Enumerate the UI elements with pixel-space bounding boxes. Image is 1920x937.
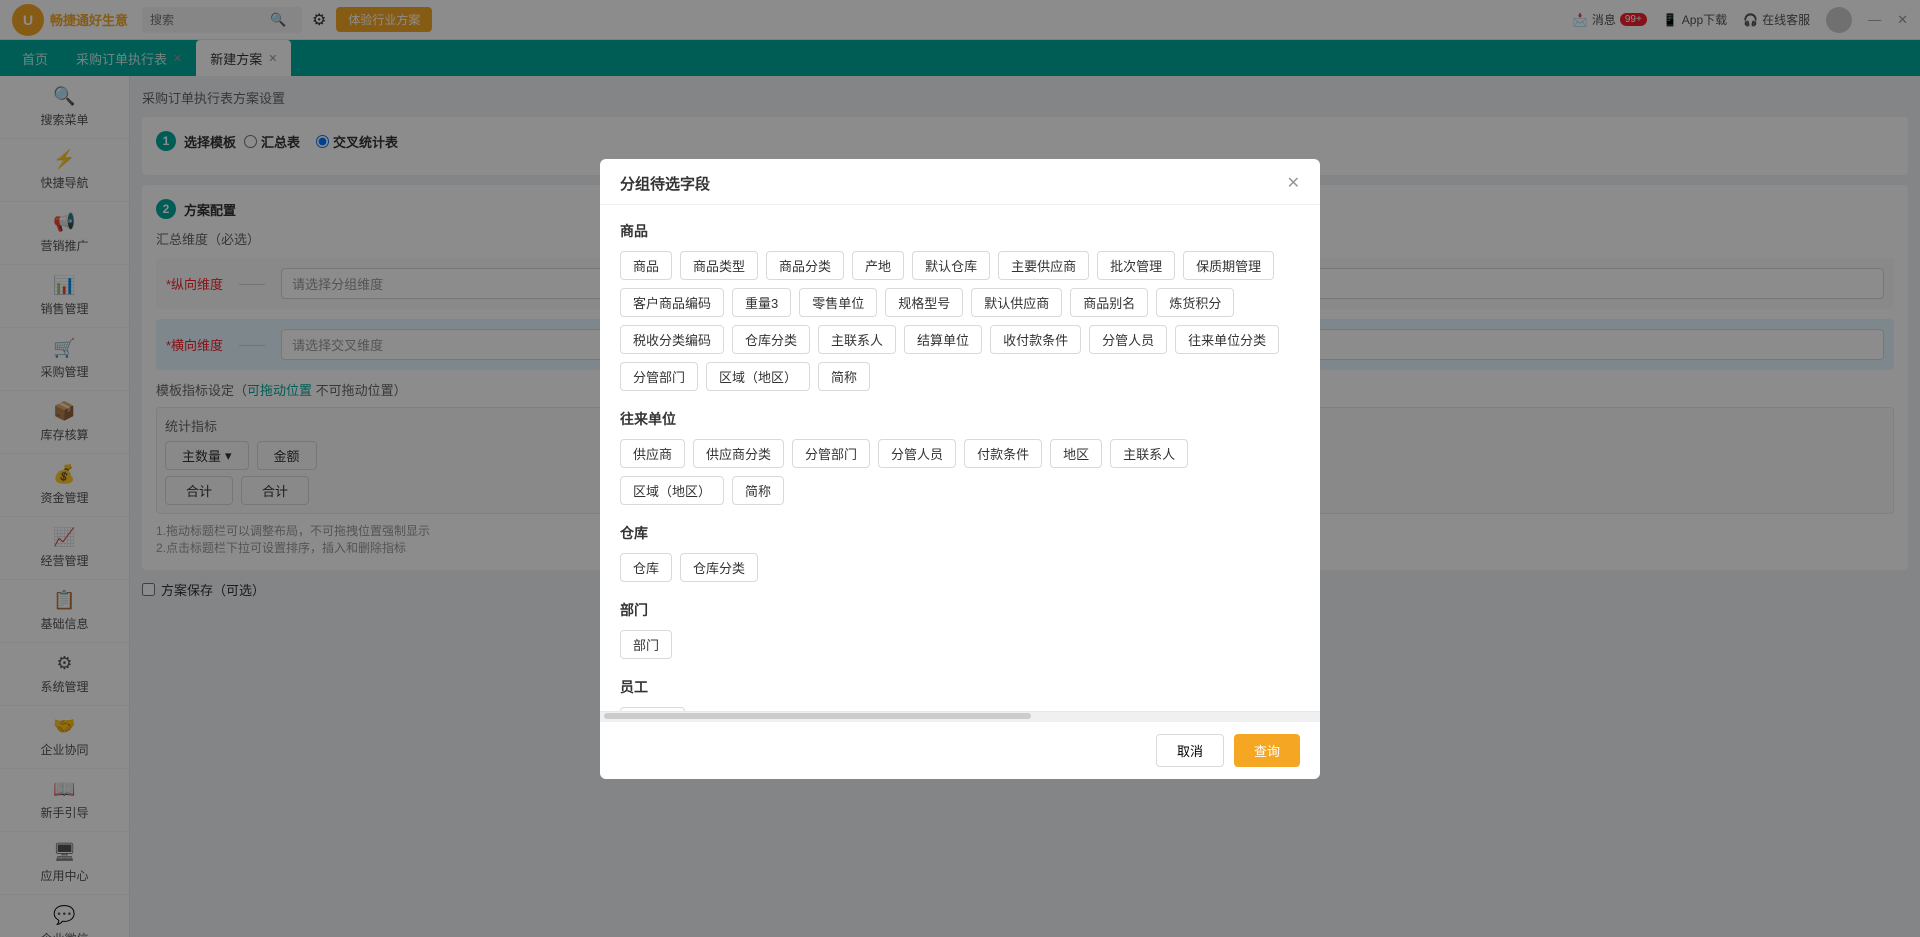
field-tag-0-13[interactable]: 商品别名 bbox=[1070, 288, 1148, 317]
modal-footer: 取消 查询 bbox=[600, 721, 1320, 779]
field-tag-2-1[interactable]: 仓库分类 bbox=[680, 553, 758, 582]
field-tag-0-10[interactable]: 零售单位 bbox=[799, 288, 877, 317]
field-tag-0-18[interactable]: 结算单位 bbox=[904, 325, 982, 354]
field-tag-0-3[interactable]: 产地 bbox=[852, 251, 904, 280]
modal-header: 分组待选字段 ✕ bbox=[600, 159, 1320, 205]
field-section-title-0: 商品 bbox=[620, 221, 1300, 241]
field-tag-0-23[interactable]: 区域（地区） bbox=[706, 362, 810, 391]
field-tag-0-24[interactable]: 简称 bbox=[818, 362, 870, 391]
field-section-2: 仓库仓库仓库分类 bbox=[620, 523, 1300, 582]
field-tag-0-22[interactable]: 分管部门 bbox=[620, 362, 698, 391]
field-tags-3: 部门 bbox=[620, 630, 1300, 659]
field-tag-2-0[interactable]: 仓库 bbox=[620, 553, 672, 582]
field-tag-1-0[interactable]: 供应商 bbox=[620, 439, 685, 468]
field-tag-0-12[interactable]: 默认供应商 bbox=[971, 288, 1062, 317]
modal-confirm-btn[interactable]: 查询 bbox=[1234, 734, 1300, 767]
field-select-modal: 分组待选字段 ✕ 商品商品商品类型商品分类产地默认仓库主要供应商批次管理保质期管… bbox=[600, 159, 1320, 779]
field-tag-1-7[interactable]: 区域（地区） bbox=[620, 476, 724, 505]
field-tag-3-0[interactable]: 部门 bbox=[620, 630, 672, 659]
field-tag-1-3[interactable]: 分管人员 bbox=[878, 439, 956, 468]
field-tag-0-20[interactable]: 分管人员 bbox=[1089, 325, 1167, 354]
field-section-title-2: 仓库 bbox=[620, 523, 1300, 543]
modal-close-btn[interactable]: ✕ bbox=[1287, 173, 1300, 193]
field-tag-0-5[interactable]: 主要供应商 bbox=[998, 251, 1089, 280]
modal-body: 商品商品商品类型商品分类产地默认仓库主要供应商批次管理保质期管理客户商品编码重量… bbox=[600, 205, 1320, 711]
field-tag-0-17[interactable]: 主联系人 bbox=[818, 325, 896, 354]
field-tag-0-19[interactable]: 收付款条件 bbox=[990, 325, 1081, 354]
field-tag-0-1[interactable]: 商品类型 bbox=[680, 251, 758, 280]
field-section-0: 商品商品商品类型商品分类产地默认仓库主要供应商批次管理保质期管理客户商品编码重量… bbox=[620, 221, 1300, 391]
field-tags-2: 仓库仓库分类 bbox=[620, 553, 1300, 582]
hscroll-thumb[interactable] bbox=[604, 713, 1031, 719]
field-tags-1: 供应商供应商分类分管部门分管人员付款条件地区主联系人区域（地区） 简称 bbox=[620, 439, 1300, 505]
modal-overlay: 分组待选字段 ✕ 商品商品商品类型商品分类产地默认仓库主要供应商批次管理保质期管… bbox=[0, 0, 1920, 937]
field-tag-0-2[interactable]: 商品分类 bbox=[766, 251, 844, 280]
field-tag-0-8[interactable]: 客户商品编码 bbox=[620, 288, 724, 317]
field-tag-0-14[interactable]: 炼货积分 bbox=[1156, 288, 1234, 317]
field-section-title-3: 部门 bbox=[620, 600, 1300, 620]
field-section-4: 员工业务员 bbox=[620, 677, 1300, 711]
field-tag-0-15[interactable]: 税收分类编码 bbox=[620, 325, 724, 354]
field-tag-0-16[interactable]: 仓库分类 bbox=[732, 325, 810, 354]
field-tag-0-4[interactable]: 默认仓库 bbox=[912, 251, 990, 280]
field-section-title-1: 往来单位 bbox=[620, 409, 1300, 429]
field-section-3: 部门部门 bbox=[620, 600, 1300, 659]
field-tag-0-6[interactable]: 批次管理 bbox=[1097, 251, 1175, 280]
field-section-1: 往来单位供应商供应商分类分管部门分管人员付款条件地区主联系人区域（地区） 简称 bbox=[620, 409, 1300, 505]
modal-cancel-btn[interactable]: 取消 bbox=[1156, 734, 1224, 767]
field-tag-1-8[interactable]: 简称 bbox=[732, 476, 784, 505]
field-tag-0-21[interactable]: 往来单位分类 bbox=[1175, 325, 1279, 354]
field-tag-0-11[interactable]: 规格型号 bbox=[885, 288, 963, 317]
field-tag-1-1[interactable]: 供应商分类 bbox=[693, 439, 784, 468]
modal-title: 分组待选字段 bbox=[620, 173, 710, 194]
field-tag-1-4[interactable]: 付款条件 bbox=[964, 439, 1042, 468]
field-section-title-4: 员工 bbox=[620, 677, 1300, 697]
field-tag-1-2[interactable]: 分管部门 bbox=[792, 439, 870, 468]
field-tag-0-9[interactable]: 重量3 bbox=[732, 288, 791, 317]
field-tags-0: 商品商品类型商品分类产地默认仓库主要供应商批次管理保质期管理客户商品编码重量3 零… bbox=[620, 251, 1300, 391]
modal-hscroll[interactable] bbox=[600, 711, 1320, 721]
field-tag-0-7[interactable]: 保质期管理 bbox=[1183, 251, 1274, 280]
field-tag-0-0[interactable]: 商品 bbox=[620, 251, 672, 280]
field-tag-1-6[interactable]: 主联系人 bbox=[1110, 439, 1188, 468]
field-tag-1-5[interactable]: 地区 bbox=[1050, 439, 1102, 468]
